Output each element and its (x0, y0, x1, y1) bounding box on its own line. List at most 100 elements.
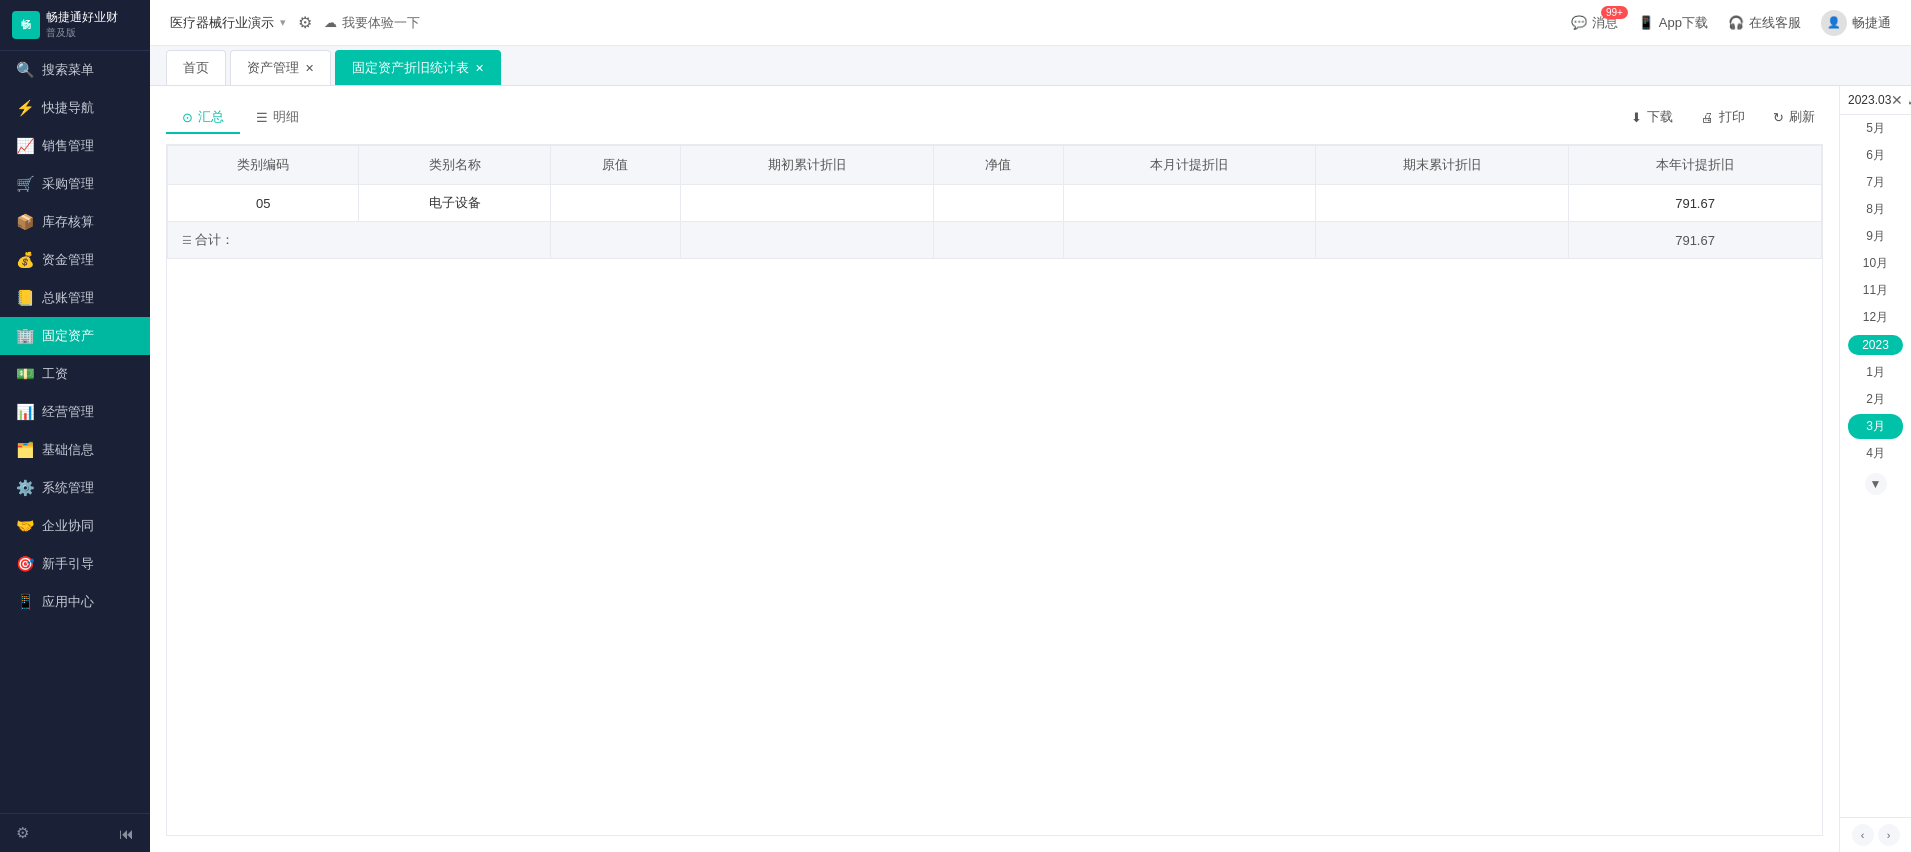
summary-beginning (680, 222, 933, 259)
nav-icon-fixed: 🏢 (16, 327, 34, 345)
app-download-icon: 📱 (1638, 15, 1654, 30)
tab-label-asset_mgmt: 资产管理 (247, 59, 299, 77)
date-scroll-down[interactable]: ▼ (1865, 473, 1887, 495)
sidebar-item-guide[interactable]: 🎯新手引导 (0, 545, 150, 583)
date-panel-header-icons: ✕ ⤢ (1891, 92, 1911, 108)
tab-asset_mgmt[interactable]: 资产管理 ✕ (230, 50, 331, 85)
print-label: 打印 (1719, 108, 1745, 126)
summary-net (933, 222, 1063, 259)
app-download-action[interactable]: 📱 App下载 (1638, 14, 1708, 32)
tab-close-depreciation[interactable]: ✕ (475, 62, 484, 75)
experience-icon: ☁ (324, 15, 337, 30)
date-month-8月[interactable]: 8月 (1840, 196, 1911, 223)
nav-label-inventory: 库存核算 (42, 213, 94, 231)
nav-icon-system: ⚙️ (16, 479, 34, 497)
sub-tab-summary[interactable]: ⊙ 汇总 (166, 102, 240, 134)
nav-label-ledger: 总账管理 (42, 289, 94, 307)
download-button[interactable]: ⬇ 下载 (1623, 104, 1681, 130)
experience-button[interactable]: ☁ 我要体验一下 (324, 14, 420, 32)
cell-code-0: 05 (168, 185, 359, 222)
sidebar-item-sales[interactable]: 📈销售管理 (0, 127, 150, 165)
message-action[interactable]: 💬 消息 99+ (1571, 14, 1618, 32)
date-month-7月[interactable]: 7月 (1840, 169, 1911, 196)
sub-tabs: ⊙ 汇总 ☰ 明细 (166, 102, 315, 132)
sidebar-item-inventory[interactable]: 📦库存核算 (0, 203, 150, 241)
collapse-icon[interactable]: ⏮ (119, 825, 134, 842)
user-action[interactable]: 👤 畅捷通 (1821, 10, 1891, 36)
table-summary-row: ☰合计： 791.67 (168, 222, 1822, 259)
avatar: 👤 (1821, 10, 1847, 36)
sidebar-item-purchase[interactable]: 🛒采购管理 (0, 165, 150, 203)
date-panel-close-icon[interactable]: ✕ (1891, 92, 1903, 108)
date-month-10月[interactable]: 10月 (1840, 250, 1911, 277)
nav-icon-base: 🗂️ (16, 441, 34, 459)
date-panel-scroll: 5月6月7月8月9月10月11月12月20231月2月3月4月▼ (1840, 115, 1911, 817)
nav-icon-ops: 📊 (16, 403, 34, 421)
date-month-9月[interactable]: 9月 (1840, 223, 1911, 250)
sidebar: 畅 畅捷通好业财 普及版 🔍搜索菜单⚡快捷导航📈销售管理🛒采购管理📦库存核算💰资… (0, 0, 150, 852)
tab-close-asset_mgmt[interactable]: ✕ (305, 62, 314, 75)
date-prev-button[interactable]: ‹ (1852, 824, 1874, 846)
cell-net-0 (933, 185, 1063, 222)
nav-label-salary: 工资 (42, 365, 68, 383)
nav-label-purchase: 采购管理 (42, 175, 94, 193)
col-beginning: 期初累计折旧 (680, 146, 933, 185)
sidebar-item-search[interactable]: 🔍搜索菜单 (0, 51, 150, 89)
support-action[interactable]: 🎧 在线客服 (1728, 14, 1801, 32)
sidebar-item-ops[interactable]: 📊经营管理 (0, 393, 150, 431)
date-panel-expand-icon[interactable]: ⤢ (1907, 92, 1911, 108)
col-name: 类别名称 (359, 146, 550, 185)
date-month-2月[interactable]: 2月 (1840, 386, 1911, 413)
summary-original (550, 222, 680, 259)
nav-icon-collab: 🤝 (16, 517, 34, 535)
date-next-button[interactable]: › (1878, 824, 1900, 846)
sidebar-item-quicknav[interactable]: ⚡快捷导航 (0, 89, 150, 127)
nav-label-quicknav: 快捷导航 (42, 99, 94, 117)
sidebar-item-fixed[interactable]: 🏢固定资产 (0, 317, 150, 355)
nav-label-apps: 应用中心 (42, 593, 94, 611)
logo-icon: 畅 (12, 11, 40, 39)
date-month-4月[interactable]: 4月 (1840, 440, 1911, 467)
sidebar-item-collab[interactable]: 🤝企业协同 (0, 507, 150, 545)
sidebar-item-capital[interactable]: 💰资金管理 (0, 241, 150, 279)
sidebar-item-apps[interactable]: 📱应用中心 (0, 583, 150, 621)
nav-label-capital: 资金管理 (42, 251, 94, 269)
sub-tab-detail[interactable]: ☰ 明细 (240, 102, 315, 134)
tab-home[interactable]: 首页 (166, 50, 226, 85)
refresh-label: 刷新 (1789, 108, 1815, 126)
date-month-12月[interactable]: 12月 (1840, 304, 1911, 331)
tab-label-depreciation: 固定资产折旧统计表 (352, 59, 469, 77)
data-table: 类别编码 类别名称 原值 期初累计折旧 净值 本月计提折旧 期末累计折旧 本年计… (166, 144, 1823, 836)
logo-sub: 普及版 (46, 26, 118, 40)
nav-label-guide: 新手引导 (42, 555, 94, 573)
cell-beginning-0 (680, 185, 933, 222)
sidebar-logo: 畅 畅捷通好业财 普及版 (0, 0, 150, 51)
cell-original-0 (550, 185, 680, 222)
sidebar-item-ledger[interactable]: 📒总账管理 (0, 279, 150, 317)
summary-annual: 791.67 (1569, 222, 1822, 259)
topbar-settings-icon[interactable]: ⚙ (298, 13, 312, 32)
col-net: 净值 (933, 146, 1063, 185)
table-header-row: 类别编码 类别名称 原值 期初累计折旧 净值 本月计提折旧 期末累计折旧 本年计… (168, 146, 1822, 185)
print-button[interactable]: 🖨 打印 (1693, 104, 1753, 130)
date-panel-header: 2023.03 ✕ ⤢ (1840, 86, 1911, 115)
refresh-button[interactable]: ↻ 刷新 (1765, 104, 1823, 130)
company-selector[interactable]: 医疗器械行业演示 ▾ (170, 14, 286, 32)
sidebar-item-system[interactable]: ⚙️系统管理 (0, 469, 150, 507)
sidebar-item-base[interactable]: 🗂️基础信息 (0, 431, 150, 469)
detail-tab-label: 明细 (273, 108, 299, 126)
date-month-6月[interactable]: 6月 (1840, 142, 1911, 169)
date-month-3月[interactable]: 3月 (1848, 414, 1903, 439)
support-label: 在线客服 (1749, 14, 1801, 32)
settings-icon[interactable]: ⚙ (16, 824, 29, 842)
experience-label: 我要体验一下 (342, 14, 420, 32)
support-icon: 🎧 (1728, 15, 1744, 30)
refresh-icon: ↻ (1773, 110, 1784, 125)
date-month-5月[interactable]: 5月 (1840, 115, 1911, 142)
table-row: 05 电子设备 791.67 (168, 185, 1822, 222)
date-month-1月[interactable]: 1月 (1840, 359, 1911, 386)
tab-depreciation[interactable]: 固定资产折旧统计表 ✕ (335, 50, 501, 85)
summary-label: ☰合计： (168, 222, 551, 259)
sidebar-item-salary[interactable]: 💵工资 (0, 355, 150, 393)
date-month-11月[interactable]: 11月 (1840, 277, 1911, 304)
